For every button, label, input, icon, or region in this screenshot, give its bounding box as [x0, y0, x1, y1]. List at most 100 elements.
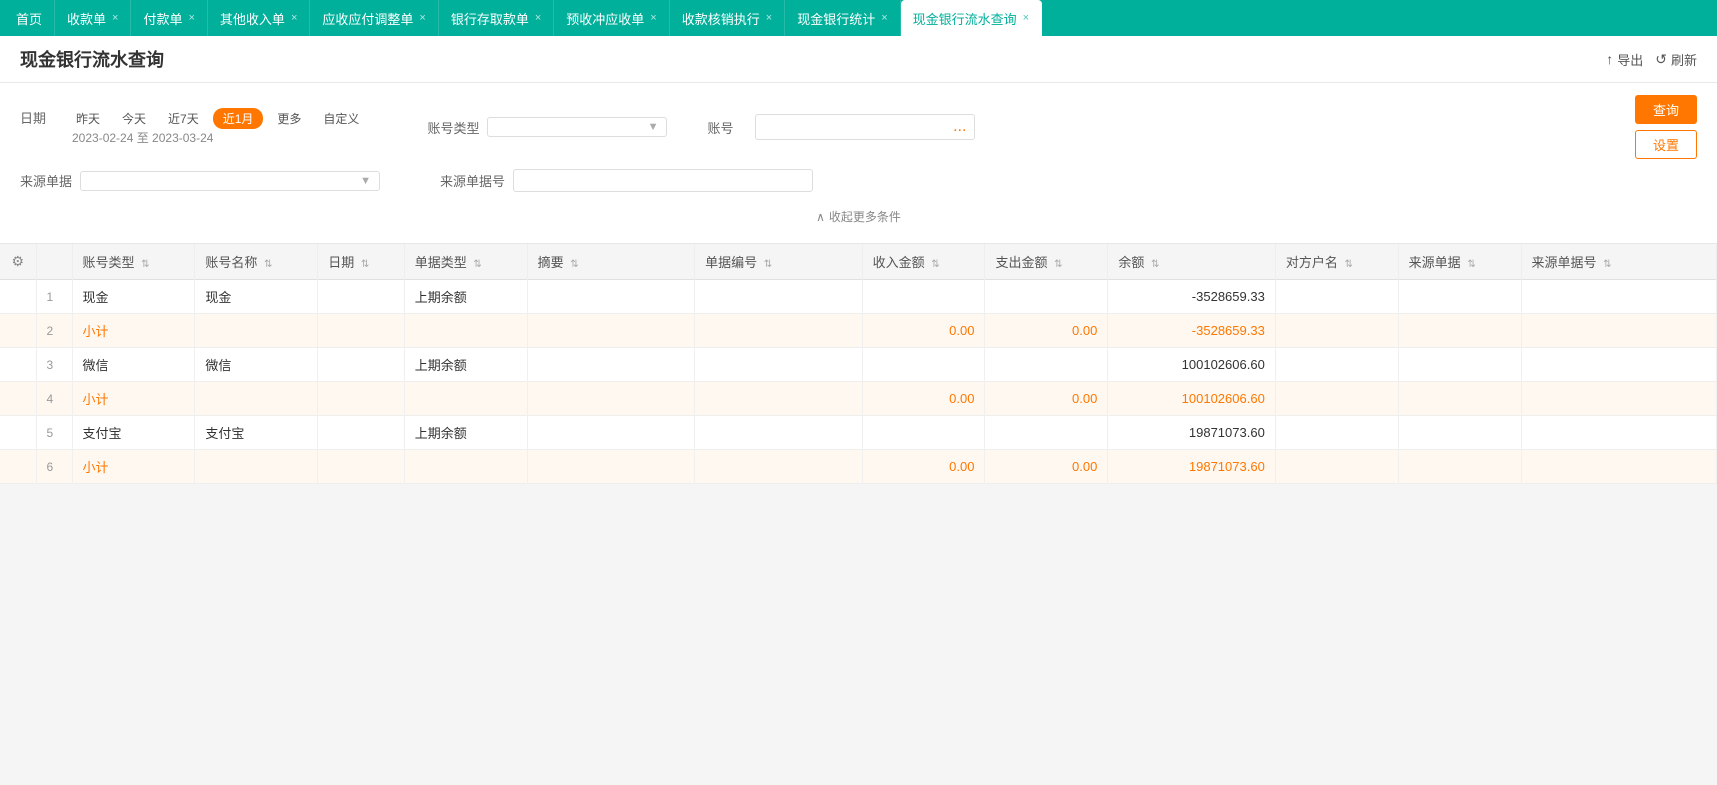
cell-account-name	[195, 382, 318, 416]
col-source-doc[interactable]: 来源单据 ⇅	[1398, 244, 1521, 280]
nav-receipt[interactable]: 收款单 ×	[55, 0, 131, 36]
col-date[interactable]: 日期 ⇅	[318, 244, 405, 280]
cell-doc-num	[695, 280, 862, 314]
cell-account-name: 现金	[195, 280, 318, 314]
account-dots-button[interactable]: ...	[953, 118, 966, 136]
cell-summary	[527, 280, 694, 314]
col-source-doc-num[interactable]: 来源单据号 ⇅	[1521, 244, 1716, 280]
query-button[interactable]: 查询	[1635, 95, 1697, 124]
settings-button[interactable]: 设置	[1635, 130, 1697, 159]
col-doc-type[interactable]: 单据类型 ⇅	[404, 244, 527, 280]
cell-expense: 0.00	[985, 450, 1108, 484]
collapse-bar[interactable]: ∧ 收起更多条件	[20, 202, 1697, 231]
date-custom[interactable]: 自定义	[315, 108, 367, 129]
nav-cash-bank-stats-close[interactable]: ×	[881, 12, 887, 24]
cell-balance: -3528659.33	[1108, 314, 1275, 348]
header-actions: ↑ 导出 ↺ 刷新	[1606, 50, 1697, 69]
cell-summary	[527, 348, 694, 382]
account-label: 账号	[707, 118, 747, 137]
cell-num: 6	[36, 450, 72, 484]
cell-doc-type: 上期余额	[404, 280, 527, 314]
table-row: 4小计0.000.00100102606.60	[0, 382, 1717, 416]
cell-income	[862, 280, 985, 314]
table-row: 5支付宝支付宝上期余额19871073.60	[0, 416, 1717, 450]
nav-bank-deposit-close[interactable]: ×	[535, 12, 541, 24]
nav-bank-deposit[interactable]: 银行存取款单 ×	[439, 0, 554, 36]
nav-home[interactable]: 首页	[4, 0, 55, 36]
cell-doc-num	[695, 416, 862, 450]
col-account-type[interactable]: 账号类型 ⇅	[72, 244, 195, 280]
date-yesterday[interactable]: 昨天	[68, 108, 108, 129]
cell-settings	[0, 348, 36, 382]
cell-counterparty	[1275, 416, 1398, 450]
date-today[interactable]: 今天	[114, 108, 154, 129]
account-input-field[interactable]: ...	[755, 114, 975, 140]
cell-income: 0.00	[862, 382, 985, 416]
cell-source-doc-num	[1521, 348, 1716, 382]
col-counterparty[interactable]: 对方户名 ⇅	[1275, 244, 1398, 280]
sort-expense-icon: ⇅	[1054, 259, 1062, 270]
cell-summary	[527, 314, 694, 348]
cell-source-doc-num	[1521, 382, 1716, 416]
cell-doc-num	[695, 450, 862, 484]
source-doc-num-input[interactable]	[513, 169, 813, 192]
cell-summary	[527, 416, 694, 450]
sort-source-doc-icon: ⇅	[1467, 259, 1475, 270]
col-income[interactable]: 收入金额 ⇅	[862, 244, 985, 280]
sort-income-icon: ⇅	[931, 259, 939, 270]
date-1month[interactable]: 近1月	[213, 108, 264, 129]
cell-account-type: 现金	[72, 280, 195, 314]
cell-expense	[985, 348, 1108, 382]
date-7days[interactable]: 近7天	[160, 108, 207, 129]
cell-expense	[985, 416, 1108, 450]
date-more[interactable]: 更多	[269, 108, 309, 129]
col-summary[interactable]: 摘要 ⇅	[527, 244, 694, 280]
account-type-arrow-icon: ▼	[648, 121, 659, 133]
col-balance[interactable]: 余额 ⇅	[1108, 244, 1275, 280]
nav-receipt-close[interactable]: ×	[112, 12, 118, 24]
nav-prepayment-close[interactable]: ×	[650, 12, 656, 24]
cell-num: 1	[36, 280, 72, 314]
nav-other-income[interactable]: 其他收入单 ×	[208, 0, 310, 36]
source-doc-select[interactable]: ▼	[80, 171, 380, 191]
refresh-button[interactable]: ↺ 刷新	[1655, 50, 1697, 69]
export-icon: ↑	[1606, 51, 1613, 67]
table-row: 2小计0.000.00-3528659.33	[0, 314, 1717, 348]
cell-date	[318, 450, 405, 484]
nav-cash-bank-flow-close[interactable]: ×	[1023, 12, 1029, 24]
nav-prepayment[interactable]: 预收冲应收单 ×	[554, 0, 669, 36]
cell-counterparty	[1275, 450, 1398, 484]
cell-date	[318, 314, 405, 348]
nav-payment[interactable]: 付款单 ×	[131, 0, 207, 36]
nav-ar-ap-close[interactable]: ×	[419, 12, 425, 24]
filter-row-1: 日期 昨天 今天 近7天 近1月 更多 自定义 2023-02-24 至 202…	[20, 95, 1697, 159]
nav-ar-ap-adjust[interactable]: 应收应付调整单 ×	[310, 0, 438, 36]
cell-income: 0.00	[862, 314, 985, 348]
date-label: 日期	[20, 108, 60, 127]
nav-collection-exec-close[interactable]: ×	[766, 12, 772, 24]
page-header: 现金银行流水查询 ↑ 导出 ↺ 刷新	[0, 36, 1717, 83]
nav-other-income-close[interactable]: ×	[291, 12, 297, 24]
nav-cash-bank-stats[interactable]: 现金银行统计 ×	[785, 0, 900, 36]
sort-account-type-icon: ⇅	[141, 259, 149, 270]
sort-source-doc-num-icon: ⇅	[1603, 259, 1611, 270]
account-type-select[interactable]: ▼	[487, 117, 667, 137]
col-doc-num[interactable]: 单据编号 ⇅	[695, 244, 862, 280]
col-account-name[interactable]: 账号名称 ⇅	[195, 244, 318, 280]
cell-account-type: 微信	[72, 348, 195, 382]
nav-cash-bank-flow[interactable]: 现金银行流水查询 ×	[901, 0, 1042, 36]
sort-doc-type-icon: ⇅	[473, 259, 481, 270]
nav-collection-exec[interactable]: 收款核销执行 ×	[670, 0, 785, 36]
table-gear-icon[interactable]: ⚙	[11, 253, 24, 269]
nav-payment-close[interactable]: ×	[188, 12, 194, 24]
export-button[interactable]: ↑ 导出	[1606, 50, 1643, 69]
page-title: 现金银行流水查询	[20, 46, 164, 72]
cell-settings	[0, 450, 36, 484]
col-expense[interactable]: 支出金额 ⇅	[985, 244, 1108, 280]
cell-date	[318, 348, 405, 382]
cell-num: 2	[36, 314, 72, 348]
cell-account-type: 小计	[72, 314, 195, 348]
cell-source-doc	[1398, 450, 1521, 484]
sort-account-name-icon: ⇅	[264, 259, 272, 270]
cell-account-name	[195, 314, 318, 348]
